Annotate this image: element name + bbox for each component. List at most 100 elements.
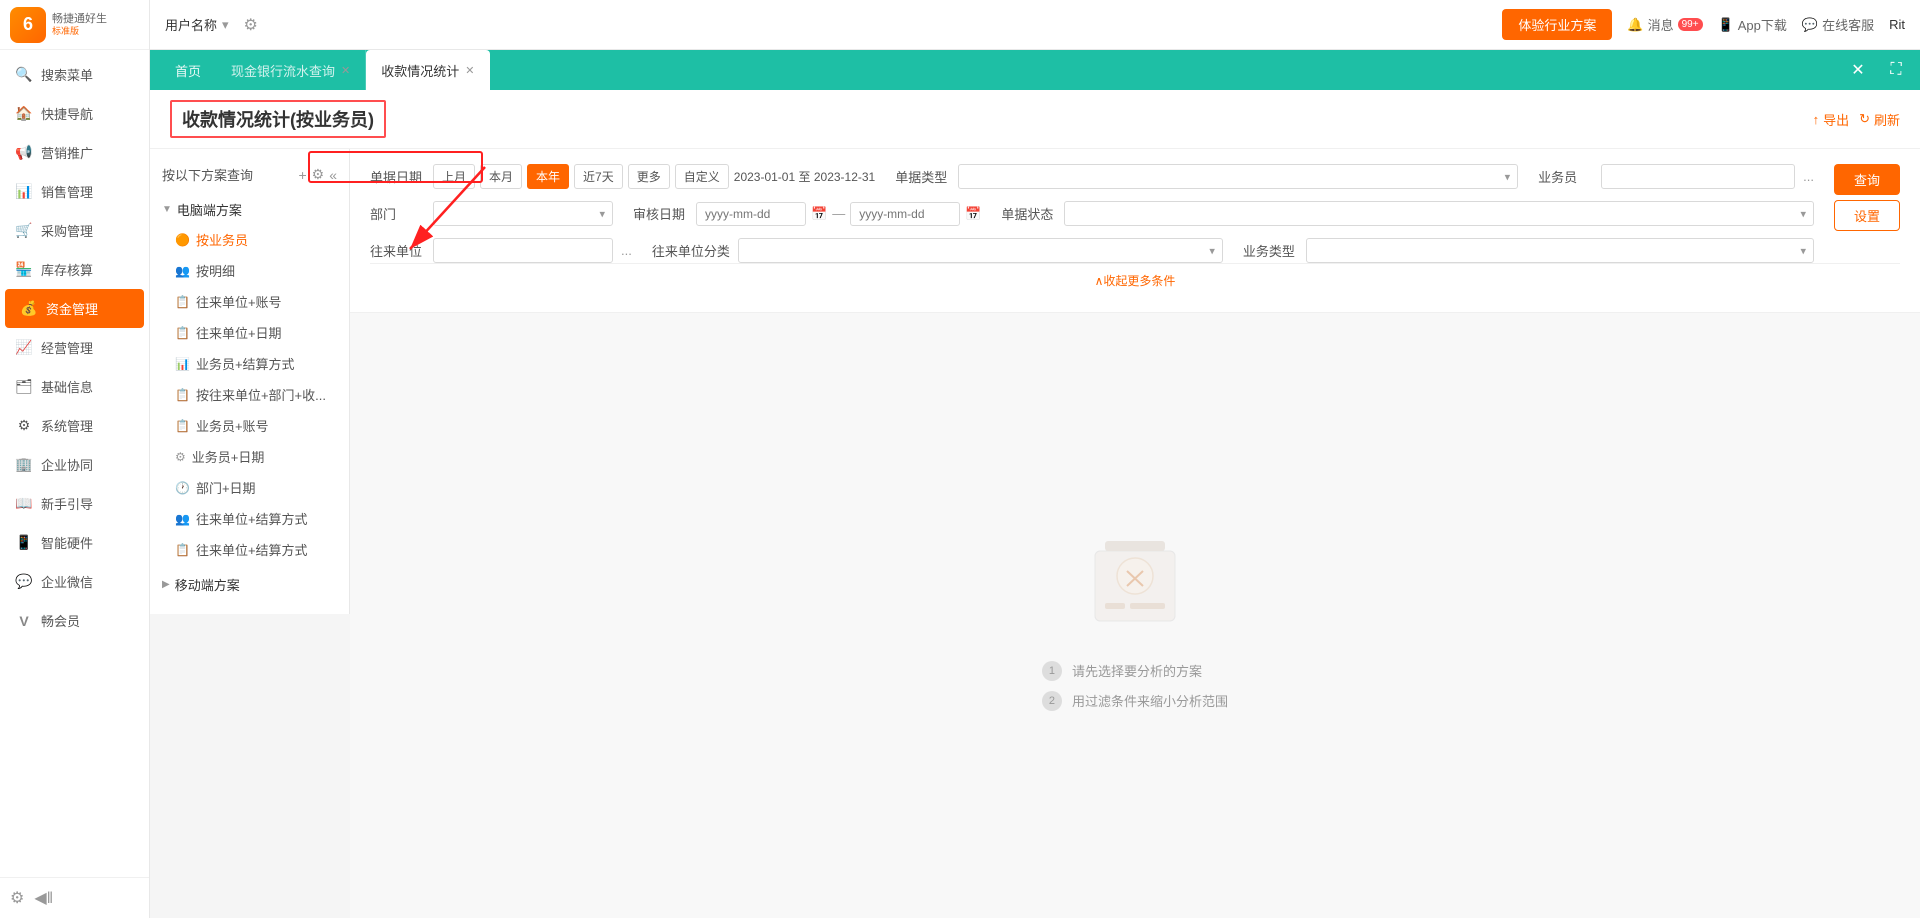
filter-audit-item: 审核日期 📅 — 📅 (633, 202, 981, 226)
scheme-item-unit-date[interactable]: 📋 往来单位+日期 (150, 317, 349, 348)
filter-audit-from[interactable] (696, 202, 806, 226)
scheme-item-unit-dept-recv[interactable]: 📋 按往来单位+部门+收... (150, 379, 349, 410)
scheme-settings-icon[interactable]: ⚙ (312, 166, 325, 183)
tab-cashflow-close[interactable]: ✕ (341, 64, 350, 77)
sidebar-item-quicknav[interactable]: 🏠 快捷导航 (0, 94, 149, 133)
tab-maximize-btn[interactable]: ⛶ (1882, 56, 1910, 84)
sidebar-item-operation[interactable]: 📈 经营管理 (0, 328, 149, 367)
filter-counterpart-input[interactable] (433, 238, 613, 263)
filter-audit-to[interactable] (850, 202, 960, 226)
sidebar-item-corp[interactable]: 🏢 企业协同 (0, 445, 149, 484)
date-calendar-icon-2[interactable]: 📅 (965, 206, 981, 222)
sidebar-settings-icon[interactable]: ⚙ (10, 888, 24, 908)
app-download-icon: 📱 (1718, 17, 1734, 33)
scheme-item-unit-settlement2[interactable]: 📋 往来单位+结算方式 (150, 534, 349, 565)
tab-collection[interactable]: 收款情况统计 ✕ (366, 50, 490, 90)
refresh-button[interactable]: ↻ 刷新 (1859, 110, 1900, 129)
tab-collection-close[interactable]: ✕ (465, 64, 474, 77)
logo-area: 6 畅捷通好生 标准版 (0, 0, 149, 50)
scheme-item-by-staff[interactable]: 🟠 按业务员 (150, 224, 349, 255)
filter-staff-item: 业务员 ... (1538, 164, 1814, 189)
query-button[interactable]: 查询 (1834, 164, 1900, 195)
filter-doctype-select-wrapper (958, 164, 1518, 189)
scheme-item-detail[interactable]: 👥 按明细 (150, 255, 349, 286)
scheme-header-actions: + ⚙ « (298, 166, 337, 183)
filter-biztype-select[interactable] (1306, 238, 1814, 263)
scheme-item-unit-account[interactable]: 📋 往来单位+账号 (150, 286, 349, 317)
filter-counterpart-type-select[interactable] (738, 238, 1223, 263)
scheme-group-desktop-title[interactable]: ▼ 电脑端方案 (150, 195, 349, 224)
filter-docstatus-label: 单据状态 (1001, 204, 1056, 223)
filter-row-2: 部门 审核日期 (370, 201, 1814, 226)
trial-btn[interactable]: 体验行业方案 (1502, 9, 1612, 40)
scheme-collapse-icon[interactable]: « (329, 167, 337, 183)
date-btn-7days[interactable]: 近7天 (574, 164, 623, 189)
export-button[interactable]: ↑ 导出 (1813, 110, 1850, 129)
sidebar-collapse-icon[interactable]: ◀‖ (34, 888, 53, 908)
scheme-item-icon-1: 👥 (175, 264, 190, 278)
date-btn-custom[interactable]: 自定义 (675, 164, 729, 189)
tab-cashflow[interactable]: 现金银行流水查询 ✕ (216, 50, 366, 90)
corp-icon: 🏢 (15, 456, 33, 474)
scheme-item-staff-settlement[interactable]: 📊 业务员+结算方式 (150, 348, 349, 379)
sidebar-item-basic[interactable]: 🗂 基础信息 (0, 367, 149, 406)
sidebar-item-purchase[interactable]: 🛒 采购管理 (0, 211, 149, 250)
filter-staff-input[interactable] (1601, 164, 1795, 189)
setting-button[interactable]: 设置 (1834, 200, 1900, 231)
filter-staff-dots[interactable]: ... (1803, 169, 1814, 184)
online-service-area[interactable]: 💬 在线客服 (1802, 15, 1874, 34)
scheme-add-icon[interactable]: + (298, 167, 306, 183)
filter-dept-select[interactable] (433, 201, 613, 226)
system-icon: ⚙ (15, 417, 33, 435)
sidebar-item-inventory[interactable]: 🏪 库存核算 (0, 250, 149, 289)
scheme-item-icon-8: 🕐 (175, 481, 190, 495)
tab-home[interactable]: 首页 (160, 50, 216, 90)
scheme-item-staff-date[interactable]: ⚙ 业务员+日期 (150, 441, 349, 472)
sidebar-item-guide[interactable]: 📖 新手引导 (0, 484, 149, 523)
scheme-item-dept-date[interactable]: 🕐 部门+日期 (150, 472, 349, 503)
sidebar-item-system[interactable]: ⚙ 系统管理 (0, 406, 149, 445)
date-range-display: 2023-01-01 至 2023-12-31 (734, 168, 875, 185)
scheme-item-icon-6: 📋 (175, 419, 190, 433)
filter-counterpart-type-label: 往来单位分类 (652, 241, 730, 260)
collapse-bar[interactable]: ∧ 收起更多条件 (370, 263, 1900, 297)
filter-area: 单据日期 上月 本月 本年 近7天 更多 自定义 (350, 149, 1920, 313)
collapse-icon: ∧ (1095, 274, 1104, 288)
empty-tip-1: 1 请先选择要分析的方案 (1042, 661, 1228, 681)
date-calendar-icon-1[interactable]: 📅 (811, 206, 827, 222)
scheme-item-icon-4: 📊 (175, 357, 190, 371)
sidebar-item-hardware[interactable]: 📱 智能硬件 (0, 523, 149, 562)
filter-audit-dates: 📅 — 📅 (696, 202, 981, 226)
date-btn-last-month[interactable]: 上月 (433, 164, 475, 189)
sidebar: 6 畅捷通好生 标准版 🔍 搜索菜单 🏠 快捷导航 📢 营销推广 📊 销售管理 … (0, 0, 150, 918)
sidebar-item-sales[interactable]: 📊 销售管理 (0, 172, 149, 211)
scheme-item-unit-settlement1[interactable]: 👥 往来单位+结算方式 (150, 503, 349, 534)
sidebar-item-search[interactable]: 🔍 搜索菜单 (0, 55, 149, 94)
filter-counterpart-dots[interactable]: ... (621, 243, 632, 258)
tab-close-btn[interactable]: ✕ (1844, 56, 1872, 84)
filter-counterpart-type-item: 往来单位分类 (652, 238, 1223, 263)
topbar-gear-button[interactable]: ⚙ (244, 15, 258, 35)
notifications-area[interactable]: 🔔 消息 99+ (1627, 15, 1702, 34)
home-icon: 🏠 (15, 105, 33, 123)
filter-doctype-select[interactable] (958, 164, 1518, 189)
filter-row-3: 往来单位 ... 往来单位分类 (370, 238, 1814, 263)
app-download-area[interactable]: 📱 App下载 (1718, 15, 1787, 34)
tip-num-2: 2 (1042, 691, 1062, 711)
scheme-group-mobile-title[interactable]: ▶ 移动端方案 (150, 570, 349, 599)
filter-date-label: 单据日期 (370, 167, 425, 186)
breadcrumb-dropdown-icon[interactable]: ▾ (222, 17, 229, 33)
sidebar-item-member[interactable]: V 畅会员 (0, 601, 149, 640)
date-btn-more[interactable]: 更多 (628, 164, 670, 189)
scheme-item-staff-account[interactable]: 📋 业务员+账号 (150, 410, 349, 441)
filter-docstatus-item: 单据状态 (1001, 201, 1814, 226)
sidebar-item-wechat[interactable]: 💬 企业微信 (0, 562, 149, 601)
filter-docstatus-select[interactable] (1064, 201, 1814, 226)
sidebar-item-finance[interactable]: 💰 资金管理 (5, 289, 144, 328)
operation-icon: 📈 (15, 339, 33, 357)
date-btn-this-year[interactable]: 本年 (527, 164, 569, 189)
date-btn-this-month[interactable]: 本月 (480, 164, 522, 189)
filter-dept-label: 部门 (370, 204, 425, 223)
breadcrumb: 用户名称 ▾ (165, 15, 229, 34)
sidebar-item-marketing[interactable]: 📢 营销推广 (0, 133, 149, 172)
